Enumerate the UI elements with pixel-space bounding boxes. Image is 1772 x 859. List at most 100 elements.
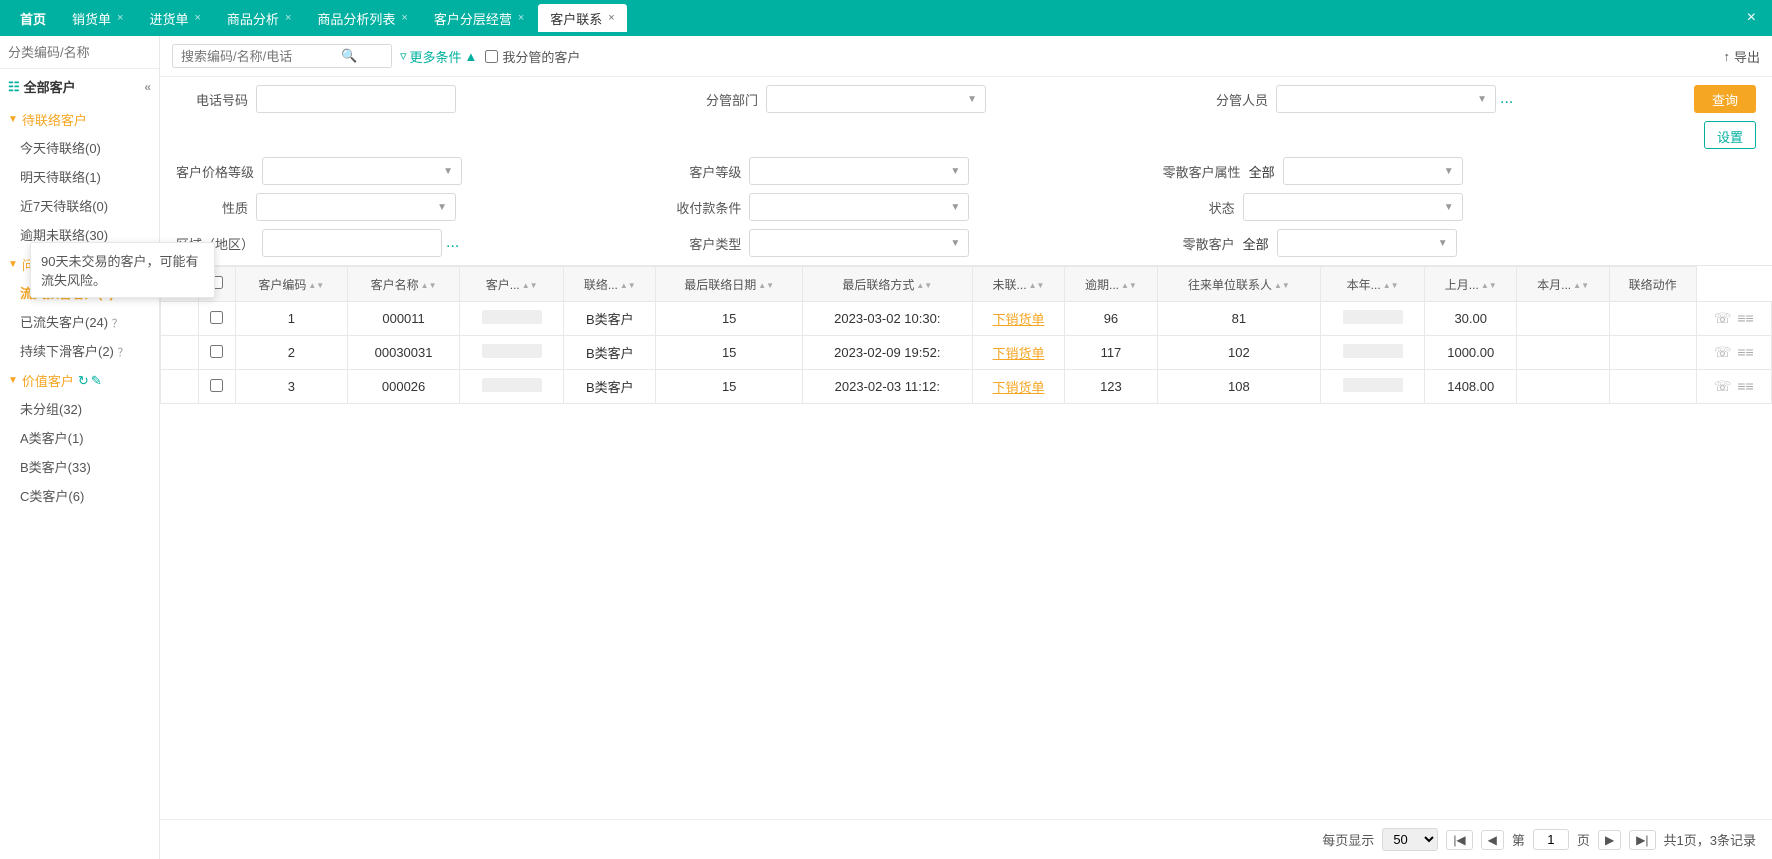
row-checkbox[interactable]	[210, 345, 223, 358]
more-action-icon[interactable]: ≡≡	[1737, 310, 1753, 327]
sidebar-item-tomorrow[interactable]: 明天待联络(1)	[0, 162, 159, 191]
search-input[interactable]	[181, 49, 341, 64]
contact-person-blurred	[1343, 310, 1403, 324]
edit-icon[interactable]: ✎	[91, 373, 102, 389]
last-method-link[interactable]: 下销货单	[992, 312, 1044, 327]
customer-grade-select[interactable]: ▼	[749, 157, 969, 185]
sidebar-item-c-class[interactable]: C类客户(6)	[0, 481, 159, 510]
tab-analysis-list[interactable]: 商品分析列表 ×	[305, 4, 419, 32]
tab-purchase-close[interactable]: ×	[194, 12, 200, 24]
status-select[interactable]: ▼	[1243, 193, 1463, 221]
sidebar-item-today[interactable]: 今天待联络(0)	[0, 133, 159, 162]
close-all-tabs[interactable]: ×	[1739, 9, 1764, 27]
collapse-icon[interactable]: «	[144, 80, 151, 94]
tab-sales-close[interactable]: ×	[117, 12, 123, 24]
contact-action-icon[interactable]: ☏	[1714, 310, 1732, 327]
last-date-sort-icon[interactable]: ▲▼	[758, 281, 774, 290]
search-submit-icon[interactable]: 🔍	[341, 48, 357, 64]
scatter-attr-select[interactable]: ▼	[1283, 157, 1463, 185]
prev-page-btn[interactable]: ◀	[1481, 830, 1504, 850]
name-sort-icon[interactable]: ▲▼	[421, 281, 437, 290]
tab-sales[interactable]: 销货单 ×	[60, 4, 135, 32]
region-select[interactable]	[262, 229, 442, 257]
row-checkbox-cell[interactable]	[198, 336, 235, 370]
row-checkbox-cell[interactable]	[198, 302, 235, 336]
last-method-link[interactable]: 下销货单	[992, 380, 1044, 395]
sidebar-all-customers[interactable]: ☷ 全部客户 «	[0, 69, 159, 104]
more-action-icon[interactable]: ≡≡	[1737, 344, 1753, 361]
dept-down-icon: ▼	[967, 94, 977, 105]
tab-purchase[interactable]: 进货单 ×	[137, 4, 212, 32]
customer-type-select[interactable]: ▼	[749, 229, 969, 257]
col-this-year-header: 本年...▲▼	[1321, 267, 1425, 302]
contact-sort-icon[interactable]: ▲▼	[620, 281, 636, 290]
last-month-sort-icon[interactable]: ▲▼	[1481, 281, 1497, 290]
tab-customer-contact-close[interactable]: ×	[608, 12, 614, 24]
phone-input[interactable]	[256, 85, 456, 113]
sidebar-item-ungrouped[interactable]: 未分组(32)	[0, 394, 159, 423]
sidebar-item-churned[interactable]: 已流失客户(24) ？	[0, 307, 159, 336]
price-grade-select[interactable]: ▼	[262, 157, 462, 185]
row-last-date: 2023-02-03 11:12:	[802, 370, 972, 404]
sidebar-search-input[interactable]	[8, 45, 160, 60]
row-code: 00030031	[347, 336, 459, 370]
nature-select[interactable]: ▼	[256, 193, 456, 221]
tab-analysis-close[interactable]: ×	[285, 12, 291, 24]
tab-customer-layer[interactable]: 客户分层经营 ×	[422, 4, 536, 32]
sidebar-item-a-class[interactable]: A类客户(1)	[0, 423, 159, 452]
tab-customer-contact[interactable]: 客户联系 ×	[538, 4, 626, 32]
row-checkbox-cell[interactable]	[198, 370, 235, 404]
filter-icon: ▿	[400, 48, 407, 64]
my-customer-checkbox-wrap[interactable]: 我分管的客户	[485, 47, 580, 66]
row-checkbox[interactable]	[210, 311, 223, 324]
region-dots[interactable]: ...	[442, 234, 463, 252]
row-index: 3	[235, 370, 347, 404]
last-page-btn[interactable]: ▶|	[1629, 830, 1655, 850]
sidebar-group-pending[interactable]: ▼ 待联络客户	[0, 104, 159, 133]
scatter-customer-select[interactable]: ▼	[1277, 229, 1457, 257]
person-dots[interactable]: ...	[1496, 90, 1517, 108]
page-size-select[interactable]: 50 100 200	[1382, 828, 1438, 851]
row-checkbox[interactable]	[210, 379, 223, 392]
row-last-month	[1517, 336, 1609, 370]
sidebar-item-declining[interactable]: 持续下滑客户(2) ？	[0, 336, 159, 365]
sidebar-item-b-class[interactable]: B类客户(33)	[0, 452, 159, 481]
code-sort-icon[interactable]: ▲▼	[308, 281, 324, 290]
tab-analysis-list-close[interactable]: ×	[401, 12, 407, 24]
row-contact: 15	[656, 336, 802, 370]
tab-home[interactable]: 首页	[8, 4, 58, 32]
row-type: B类客户	[564, 370, 656, 404]
arrow-down-icon: ▼	[8, 114, 18, 125]
contact-action-icon[interactable]: ☏	[1714, 378, 1732, 395]
sidebar-item-7days[interactable]: 近7天待联络(0)	[0, 191, 159, 220]
contact-person-sort-icon[interactable]: ▲▼	[1274, 281, 1290, 290]
row-last-method[interactable]: 下销货单	[972, 302, 1065, 336]
settings-button[interactable]: 设置	[1704, 121, 1756, 149]
payment-select[interactable]: ▼	[749, 193, 969, 221]
next-page-btn[interactable]: ▶	[1598, 830, 1621, 850]
contact-action-icon[interactable]: ☏	[1714, 344, 1732, 361]
this-year-sort-icon[interactable]: ▲▼	[1383, 281, 1399, 290]
more-conditions-btn[interactable]: ▿ 更多条件 ▲	[400, 47, 477, 66]
last-method-sort-icon[interactable]: ▲▼	[916, 281, 932, 290]
dept-select[interactable]: ▼	[766, 85, 986, 113]
this-month-sort-icon[interactable]: ▲▼	[1573, 281, 1589, 290]
last-method-link[interactable]: 下销货单	[992, 346, 1044, 361]
all-customers-label: 全部客户	[24, 77, 76, 96]
sidebar-group-value[interactable]: ▼ 价值客户 ↻ ✎	[0, 365, 159, 394]
page-number-input[interactable]	[1533, 829, 1569, 850]
export-btn[interactable]: ↑ 导出	[1723, 47, 1760, 66]
person-select[interactable]: ▼	[1276, 85, 1496, 113]
no-contact-sort-icon[interactable]: ▲▼	[1029, 281, 1045, 290]
row-last-method[interactable]: 下销货单	[972, 336, 1065, 370]
query-button[interactable]: 查询	[1694, 85, 1756, 113]
tab-customer-layer-close[interactable]: ×	[518, 12, 524, 24]
my-customer-checkbox[interactable]	[485, 50, 498, 63]
row-last-method[interactable]: 下销货单	[972, 370, 1065, 404]
first-page-btn[interactable]: |◀	[1446, 830, 1472, 850]
type-sort-icon[interactable]: ▲▼	[522, 281, 538, 290]
more-action-icon[interactable]: ≡≡	[1737, 378, 1753, 395]
refresh-icon[interactable]: ↻	[78, 373, 89, 389]
overdue-sort-icon[interactable]: ▲▼	[1121, 281, 1137, 290]
tab-analysis[interactable]: 商品分析 ×	[215, 4, 303, 32]
